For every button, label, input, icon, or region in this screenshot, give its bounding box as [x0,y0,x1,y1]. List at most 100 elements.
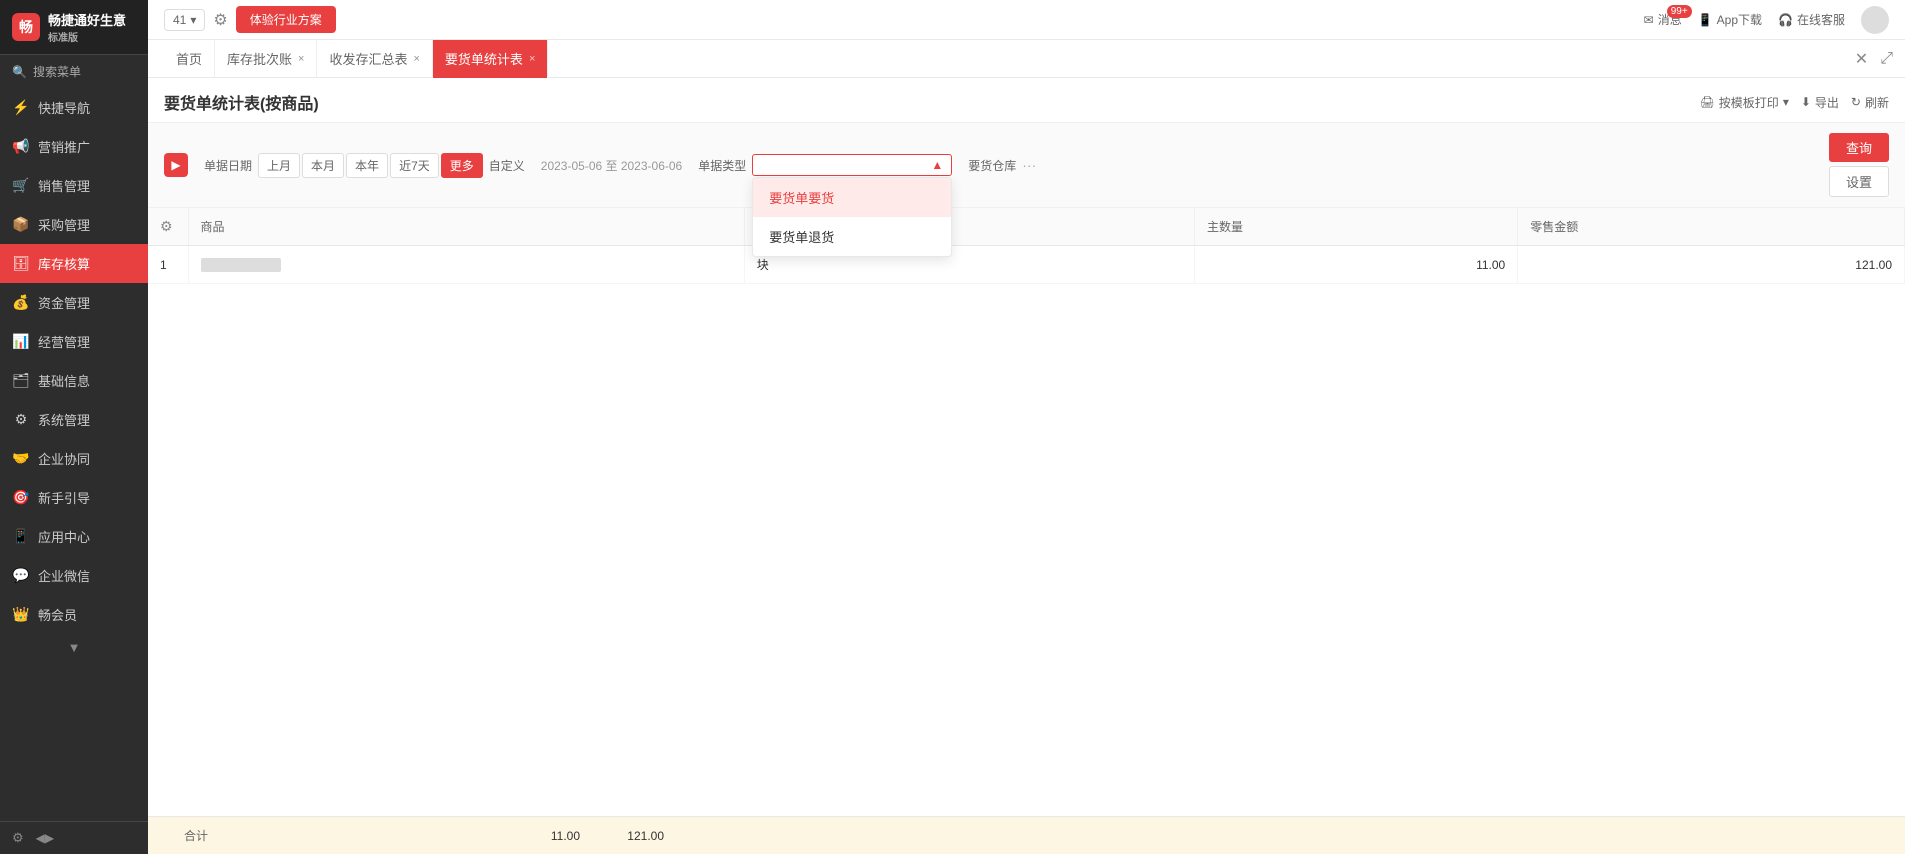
data-table: ⚙ 商品 主计量单位 主数量 零售金额 1 块 [148,208,1905,284]
sidebar-item-operations[interactable]: 📊 经营管理 [0,322,148,361]
sidebar-item-sales[interactable]: 🛒 销售管理 [0,166,148,205]
app-download-label: App下载 [1717,11,1762,28]
type-select-arrow-icon[interactable]: ▲ [931,158,943,172]
query-btn[interactable]: 查询 [1829,133,1889,162]
table-footer: 合计 11.00 121.00 [148,816,1905,854]
sidebar-icon-system: ⚙ [12,411,30,428]
tab-order-stat[interactable]: 要货单统计表 × [433,40,548,78]
tab-close-batch[interactable]: × [298,53,304,65]
table-gear-icon[interactable]: ⚙ [160,218,173,234]
table-header-settings: ⚙ [148,208,188,246]
export-btn[interactable]: ⬇ 导出 [1801,94,1839,111]
warehouse-more-btn[interactable]: ··· [1022,157,1036,173]
topbar-gear-icon[interactable]: ⚙ [213,10,227,30]
sidebar-item-inventory[interactable]: 🗄 库存核算 [0,244,148,283]
print-btn[interactable]: 🖨 按模板打印 ▾ [1700,94,1789,111]
sidebar-label-app-center: 应用中心 [38,527,90,546]
service-btn[interactable]: 🎧 在线客服 [1778,11,1845,28]
tab-batch[interactable]: 库存批次账 × [215,40,317,78]
last-month-btn[interactable]: 上月 [258,153,300,178]
sidebar-item-finance[interactable]: 💰 资金管理 [0,283,148,322]
last7-btn[interactable]: 近7天 [390,153,439,178]
sidebar-item-purchase[interactable]: 📦 采购管理 [0,205,148,244]
sidebar-label-base: 基础信息 [38,371,90,390]
main-area: 41 ▾ ⚙ 体验行业方案 ✉ 消息 99+ 📱 App下载 🎧 在线客服 [148,0,1905,854]
dropdown-item-order-return[interactable]: 要货单退货 [753,217,951,256]
tab-label-home: 首页 [176,49,202,68]
this-month-btn[interactable]: 本月 [302,153,344,178]
app-download-btn[interactable]: 📱 App下载 [1698,11,1762,28]
table-header-qty: 主数量 [1195,208,1518,246]
page-header-actions: 🖨 按模板打印 ▾ ⬇ 导出 ↻ 刷新 [1700,94,1889,111]
sidebar-scroll-down[interactable]: ▼ [0,634,148,661]
this-year-btn[interactable]: 本年 [346,153,388,178]
trial-btn[interactable]: 体验行业方案 [236,6,336,33]
sidebar-item-base[interactable]: 🗂 基础信息 [0,361,148,400]
tab-close-collect[interactable]: × [413,53,419,65]
company-select[interactable]: 41 ▾ [164,9,205,31]
sidebar-icon-purchase: 📦 [12,216,30,233]
sidebar-settings-icon[interactable]: ⚙ [12,830,24,846]
refresh-label: 刷新 [1865,94,1889,111]
refresh-icon: ↻ [1851,95,1861,109]
sidebar-item-collab[interactable]: 🤝 企业协同 [0,439,148,478]
sidebar-item-marketing[interactable]: 📢 营销推广 [0,127,148,166]
custom-date-btn[interactable]: 自定义 [489,157,525,174]
export-icon: ⬇ [1801,95,1811,109]
setting-btn[interactable]: 设置 [1829,166,1889,197]
service-label: 在线客服 [1797,11,1845,28]
sidebar-icon-base: 🗂 [12,372,30,389]
table-header-goods: 商品 [188,208,744,246]
table-header-amount: 零售金额 [1518,208,1905,246]
sidebar-bottom: ⚙ ◀▶ [0,821,148,854]
download-icon: 📱 [1698,13,1713,27]
more-dates-btn[interactable]: 更多 [441,153,483,178]
type-select-input[interactable] [761,158,927,172]
row-qty: 11.00 [1195,246,1518,284]
tab-label-order-stat: 要货单统计表 [445,49,523,68]
tab-collect[interactable]: 收发存汇总表× [317,40,432,78]
type-filter-label: 单据类型 [698,157,746,174]
tab-home[interactable]: 首页 [164,40,215,78]
date-range-btns: 上月 本月 本年 近7天 更多 [258,153,483,178]
sidebar-label-quick-nav: 快捷导航 [38,98,90,117]
messages-btn[interactable]: ✉ 消息 99+ [1644,11,1682,28]
tabs-right-btns: ✕ ⤢ [1851,45,1905,73]
date-filter-label: 单据日期 [204,157,252,174]
sidebar-item-member[interactable]: 👑 畅会员 [0,595,148,634]
date-filter-group: 单据日期 上月 本月 本年 近7天 更多 自定义 [204,153,525,178]
sidebar-search[interactable]: 🔍 搜索菜单 [0,55,148,88]
row-amount: 121.00 [1518,246,1905,284]
sidebar-item-wechat[interactable]: 💬 企业微信 [0,556,148,595]
sidebar-label-sales: 销售管理 [38,176,90,195]
chevron-down-icon: ▾ [190,13,196,27]
topbar: 41 ▾ ⚙ 体验行业方案 ✉ 消息 99+ 📱 App下载 🎧 在线客服 [148,0,1905,40]
app-title: 畅捷通好生意 [48,10,126,29]
goods-blurred [201,258,281,272]
user-avatar[interactable] [1861,6,1889,34]
tab-label-batch: 库存批次账 [227,49,292,68]
sidebar: 畅 畅捷通好生意 标准版 🔍 搜索菜单 ⚡ 快捷导航 📢 营销推广 🛒 销售管理… [0,0,148,854]
tabs-bar: 首页库存批次账×收发存汇总表×要货单统计表× ✕ ⤢ [148,40,1905,78]
expand-tabs-btn[interactable]: ⤢ [1876,46,1897,72]
sidebar-icon-collab: 🤝 [12,450,30,467]
type-select[interactable]: ▲ 要货单要货 要货单退货 [752,154,952,176]
filter-expand-btn[interactable]: ▶ [164,153,188,177]
tab-close-order-stat[interactable]: × [529,53,535,65]
sidebar-icon-quick-nav: ⚡ [12,99,30,116]
messages-badge: 99+ [1667,5,1692,18]
sidebar-item-quick-nav[interactable]: ⚡ 快捷导航 [0,88,148,127]
sidebar-item-app-center[interactable]: 📱 应用中心 [0,517,148,556]
company-select-value: 41 [173,13,186,27]
sidebar-collapse-btn[interactable]: ◀▶ [36,831,54,845]
sidebar-item-guide[interactable]: 🎯 新手引导 [0,478,148,517]
sidebar-item-system[interactable]: ⚙ 系统管理 [0,400,148,439]
sidebar-icon-finance: 💰 [12,294,30,311]
refresh-btn[interactable]: ↻ 刷新 [1851,94,1889,111]
search-label: 搜索菜单 [33,63,81,80]
sidebar-label-operations: 经营管理 [38,332,90,351]
dropdown-item-order-goods[interactable]: 要货单要货 [753,178,951,217]
close-all-tabs-btn[interactable]: ✕ [1851,45,1872,73]
sidebar-label-marketing: 营销推广 [38,137,90,156]
print-chevron-icon: ▾ [1783,95,1789,109]
